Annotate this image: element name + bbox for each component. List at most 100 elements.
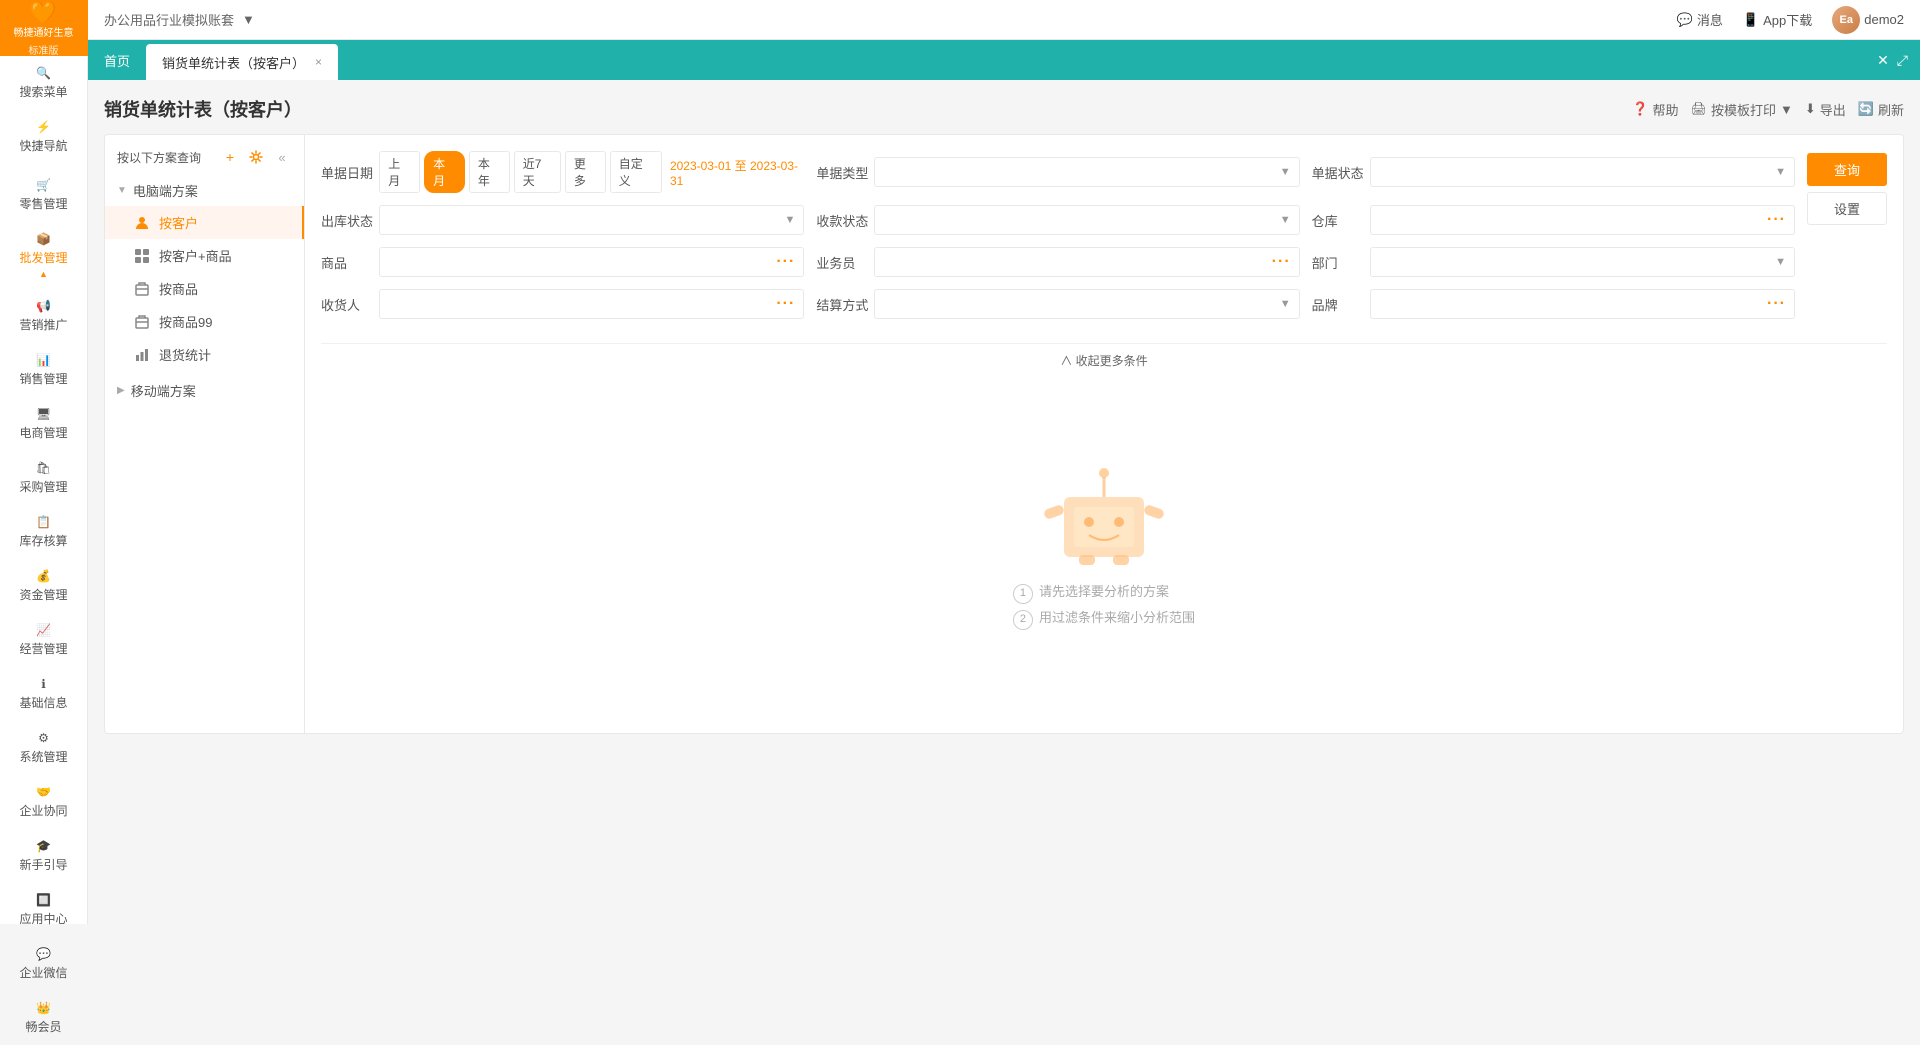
scheme-item-customer-goods[interactable]: 按客户+商品 <box>105 239 304 272</box>
finance-icon: 💰 <box>36 569 51 583</box>
date-btn-this-year[interactable]: 本年 <box>469 151 510 193</box>
tab-active-label: 销货单统计表（按客户） <box>162 53 305 72</box>
sidebar-item-ecommerce[interactable]: 🖥 电商管理 <box>0 397 87 451</box>
industry-dropdown-icon[interactable]: ▼ <box>242 12 255 27</box>
ecommerce-icon: 🖥 <box>36 407 51 421</box>
grid-icon <box>133 247 151 265</box>
sidebar-item-sales[interactable]: 📊 销售管理 <box>0 343 87 397</box>
sidebar-label-enterprise: 企业协同 <box>19 802 67 819</box>
sidebar-item-membership[interactable]: 👑 畅会员 <box>0 991 87 1045</box>
filter-row-1: 单据日期 上月 本月 本年 近7天 更多 自定义 2023-03-01 至 20… <box>321 151 1795 193</box>
dept-select[interactable]: ▼ <box>1370 247 1795 277</box>
sidebar-item-quicknav[interactable]: ⚡ 快捷导航 <box>0 110 87 164</box>
date-btn-7days[interactable]: 近7天 <box>514 151 561 193</box>
scheme-item-by-customer[interactable]: 按客户 <box>105 206 304 239</box>
date-btn-last-month[interactable]: 上月 <box>379 151 420 193</box>
sidebar-item-purchase[interactable]: 🛍 采购管理 <box>0 451 87 505</box>
sidebar-item-wechat[interactable]: 💬 企业微信 <box>0 937 87 991</box>
scheme-item-goods[interactable]: 按商品 <box>105 272 304 305</box>
sidebar-item-finance[interactable]: 💰 资金管理 <box>0 559 87 613</box>
settings-icon <box>249 150 263 164</box>
sidebar-label-quicknav: 快捷导航 <box>19 137 67 154</box>
page-title: 销货单统计表（按客户） <box>104 96 302 122</box>
message-label: 消息 <box>1697 10 1723 29</box>
sidebar-item-system[interactable]: ⚙ 系统管理 <box>0 721 87 775</box>
scheme-item-goods99[interactable]: 按商品99 <box>105 305 304 338</box>
scheme-group-mobile-header[interactable]: ▶ 移动端方案 <box>105 375 304 406</box>
date-btn-custom[interactable]: 自定义 <box>610 151 662 193</box>
sidebar-item-marketing[interactable]: 📢 营销推广 <box>0 289 87 343</box>
warehouse-input[interactable]: ··· <box>1370 205 1795 235</box>
settlement-select[interactable]: ▼ <box>874 289 1299 319</box>
sidebar-item-search[interactable]: 🔍 搜索菜单 <box>0 56 87 110</box>
wholesale-arrow: ▲ <box>39 269 48 279</box>
sidebar-label-purchase: 采购管理 <box>19 478 67 495</box>
collapse-up-icon: ∧ <box>1060 354 1072 368</box>
page-header: 销货单统计表（按客户） ❓ 帮助 🖨 按模板打印 ▼ ⬇ 导出 🔄 刷新 <box>104 96 1904 122</box>
refresh-btn[interactable]: 🔄 刷新 <box>1858 100 1904 119</box>
chart-bar-icon <box>133 346 151 364</box>
user-avatar-btn[interactable]: Ea demo2 <box>1832 6 1904 34</box>
export-btn[interactable]: ⬇ 导出 <box>1805 100 1846 119</box>
tab-close-icon[interactable]: × <box>315 55 322 69</box>
date-btn-this-month[interactable]: 本月 <box>424 151 465 193</box>
query-button[interactable]: 查询 <box>1807 153 1887 186</box>
tab-actions: ✕ ⤢ <box>1877 52 1920 69</box>
date-btn-more[interactable]: 更多 <box>565 151 606 193</box>
consignee-input[interactable]: ··· <box>379 289 804 319</box>
filter-panel: 单据日期 上月 本月 本年 近7天 更多 自定义 2023-03-01 至 20… <box>305 135 1903 733</box>
salesman-input[interactable]: ··· <box>874 247 1299 277</box>
sidebar-item-base-info[interactable]: ℹ 基础信息 <box>0 667 87 721</box>
app-download-btn[interactable]: 📱 App下载 <box>1743 10 1812 29</box>
tab-home[interactable]: 首页 <box>88 40 146 80</box>
collapse-bar[interactable]: ∧ 收起更多条件 <box>321 343 1887 377</box>
sidebar-label-base-info: 基础信息 <box>19 694 67 711</box>
avatar-text: Ea <box>1840 14 1853 26</box>
export-icon: ⬇ <box>1805 101 1816 117</box>
main-area: 办公用品行业模拟账套 ▼ 💬 消息 📱 App下载 Ea demo2 首页 <box>88 0 1920 924</box>
close-window-icon[interactable]: ✕ <box>1877 52 1889 69</box>
add-scheme-btn[interactable]: + <box>220 147 240 167</box>
filter-brand: 品牌 ··· <box>1312 289 1795 319</box>
message-btn[interactable]: 💬 消息 <box>1677 10 1723 29</box>
settings-button[interactable]: 设置 <box>1807 192 1887 225</box>
scheme-item-return-label: 退货统计 <box>159 345 211 364</box>
message-icon: 💬 <box>1677 12 1693 28</box>
page-content: 销货单统计表（按客户） ❓ 帮助 🖨 按模板打印 ▼ ⬇ 导出 🔄 刷新 <box>88 80 1920 924</box>
filter-row-2: 出库状态 ▼ 收款状态 ▼ <box>321 205 1795 235</box>
scheme-item-return[interactable]: 退货统计 <box>105 338 304 371</box>
scheme-panel: 按以下方案查询 + « <box>105 135 305 733</box>
sidebar-item-enterprise[interactable]: 🤝 企业协同 <box>0 775 87 829</box>
sidebar-item-appcenter[interactable]: 🔲 应用中心 <box>0 883 87 937</box>
print-label: 按模板打印 <box>1711 100 1776 119</box>
collapse-scheme-btn[interactable]: « <box>272 147 292 167</box>
brand-label: 品牌 <box>1312 295 1362 314</box>
receipt-status-select[interactable]: ▼ <box>874 205 1299 235</box>
doc-status-select[interactable]: ▼ <box>1370 157 1795 187</box>
scheme-group-pc-header[interactable]: ▼ 电脑端方案 <box>105 175 304 206</box>
date-range: 2023-03-01 至 2023-03-31 <box>670 157 804 188</box>
settings-scheme-btn[interactable] <box>246 147 266 167</box>
quicknav-icon: ⚡ <box>36 120 51 134</box>
refresh-label: 刷新 <box>1878 100 1904 119</box>
help-btn[interactable]: ❓ 帮助 <box>1632 100 1678 119</box>
sidebar-item-newbie[interactable]: 🎓 新手引导 <box>0 829 87 883</box>
filter-date: 单据日期 上月 本月 本年 近7天 更多 自定义 2023-03-01 至 20… <box>321 151 804 193</box>
sidebar-item-retail[interactable]: 🛒 零售管理 <box>0 168 87 222</box>
filter-consignee: 收货人 ··· <box>321 289 804 319</box>
print-btn[interactable]: 🖨 按模板打印 ▼ <box>1690 100 1792 119</box>
sidebar-item-inventory[interactable]: 📋 库存核算 <box>0 505 87 559</box>
user-name: demo2 <box>1864 12 1904 27</box>
filter-row-4: 收货人 ··· 结算方式 ▼ <box>321 289 1795 319</box>
goods-input[interactable]: ··· <box>379 247 804 277</box>
tab-sales-stats[interactable]: 销货单统计表（按客户） × <box>146 44 338 80</box>
out-status-select[interactable]: ▼ <box>379 205 804 235</box>
doc-type-select[interactable]: ▼ <box>874 157 1299 187</box>
sidebar-item-operations[interactable]: 📈 经营管理 <box>0 613 87 667</box>
scheme-item-customer-goods-label: 按客户+商品 <box>159 246 232 265</box>
retail-icon: 🛒 <box>36 178 51 192</box>
brand-input[interactable]: ··· <box>1370 289 1795 319</box>
maximize-window-icon[interactable]: ⤢ <box>1897 52 1908 69</box>
sidebar-item-wholesale[interactable]: 📦 批发管理 ▲ <box>0 222 87 289</box>
sidebar-label-operations: 经营管理 <box>19 640 67 657</box>
